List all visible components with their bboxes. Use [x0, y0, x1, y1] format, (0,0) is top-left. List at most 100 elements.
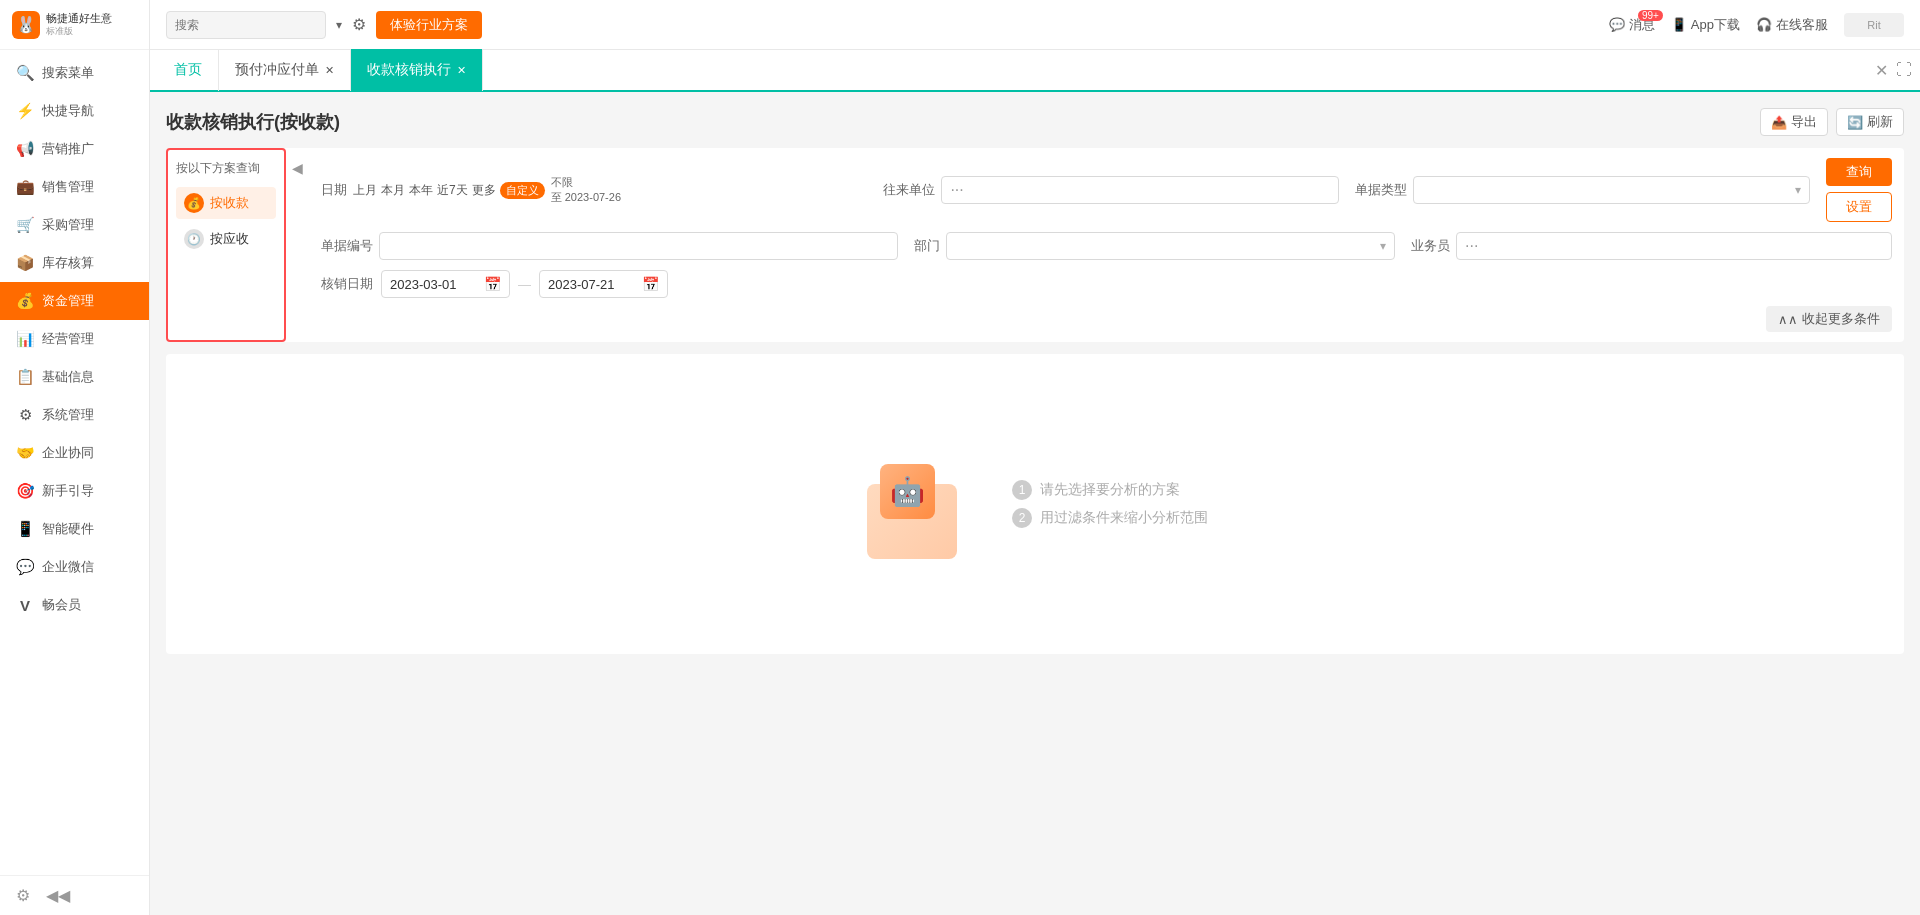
- tab-prepay-label: 预付冲应付单: [235, 61, 319, 79]
- nav-item-marketing[interactable]: 📢 营销推广: [0, 130, 149, 168]
- empty-hint-1: 1 请先选择要分析的方案: [1012, 480, 1208, 500]
- nav-label-inventory: 库存核算: [42, 254, 94, 272]
- online-service-button[interactable]: 🎧 在线客服: [1756, 16, 1828, 34]
- user-avatar[interactable]: Rit: [1844, 13, 1904, 37]
- date-shortcuts-wrap: 上月 本月 本年 近7天 更多 自定义: [353, 182, 545, 199]
- query-actions: 查询 设置: [1826, 158, 1892, 222]
- filter-scheme-selector: 按以下方案查询 💰 按收款 🕐 按应收: [166, 148, 286, 342]
- app-logo: 🐰 畅捷通好生意 标准版: [0, 0, 149, 50]
- purchase-nav-icon: 🛒: [16, 216, 34, 234]
- user-name: Rit: [1867, 19, 1880, 31]
- service-label: 在线客服: [1776, 16, 1828, 34]
- nav-item-inventory[interactable]: 📦 库存核算: [0, 244, 149, 282]
- solution-button[interactable]: 体验行业方案: [376, 11, 482, 39]
- docno-input[interactable]: [379, 232, 898, 260]
- date-shortcut-7days[interactable]: 近7天: [437, 182, 468, 199]
- empty-state: 🤖 1 请先选择要分析的方案 2 用过滤条件来缩小分析范围: [166, 354, 1904, 654]
- nav-label-quick: 快捷导航: [42, 102, 94, 120]
- member-nav-icon: V: [16, 597, 34, 614]
- finance-nav-icon: 💰: [16, 292, 34, 310]
- date-shortcut-last-month[interactable]: 上月: [353, 182, 377, 199]
- wechat-nav-icon: 💬: [16, 558, 34, 576]
- tab-prepay[interactable]: 预付冲应付单 ✕: [219, 49, 351, 91]
- date-custom-badge[interactable]: 自定义: [500, 182, 545, 199]
- salesman-input[interactable]: ···: [1456, 232, 1892, 260]
- verify-date-start-cal-icon[interactable]: 📅: [484, 276, 501, 292]
- verify-date-end-wrap[interactable]: 📅: [539, 270, 668, 298]
- filter-counterpart-cell: 往来单位 ···: [883, 176, 1338, 204]
- date-range-separator: —: [518, 277, 531, 292]
- message-badge: 99+: [1638, 10, 1663, 21]
- collapse-more-icon: ∧∧: [1778, 312, 1798, 327]
- nav-label-operation: 经营管理: [42, 330, 94, 348]
- topbar-search-input[interactable]: [166, 11, 326, 39]
- logo-text-wrap: 畅捷通好生意 标准版: [46, 11, 112, 38]
- counterpart-ellipsis-icon: ···: [950, 181, 963, 199]
- nav-item-basic[interactable]: 📋 基础信息: [0, 358, 149, 396]
- dept-select[interactable]: ▾: [946, 232, 1395, 260]
- date-shortcut-this-year[interactable]: 本年: [409, 182, 433, 199]
- topbar-right: 💬 消息 99+ 📱 App下载 🎧 在线客服 Rit: [1609, 13, 1904, 37]
- filter-date-cell: 日期 上月 本月 本年 近7天 更多 自定义 不限 至: [321, 175, 867, 205]
- query-button[interactable]: 查询: [1826, 158, 1892, 186]
- collab-nav-icon: 🤝: [16, 444, 34, 462]
- logo-icon: 🐰: [12, 11, 40, 39]
- main-area: ▾ ⚙ 体验行业方案 💬 消息 99+ 📱 App下载 🎧 在线客服 Rit: [150, 0, 1920, 915]
- nav-item-sales[interactable]: 💼 销售管理: [0, 168, 149, 206]
- hint-1-text: 请先选择要分析的方案: [1040, 481, 1180, 499]
- doctype-select[interactable]: ▾: [1413, 176, 1810, 204]
- refresh-button[interactable]: 🔄 刷新: [1836, 108, 1904, 136]
- app-label: App下载: [1691, 16, 1740, 34]
- sales-nav-icon: 💼: [16, 178, 34, 196]
- collapse-sidebar-icon[interactable]: ◀◀: [46, 886, 70, 905]
- collapse-more-button[interactable]: ∧∧ 收起更多条件: [1766, 306, 1892, 332]
- verify-date-end-input[interactable]: [548, 277, 638, 292]
- page-header: 收款核销执行(按收款) 📤 导出 🔄 刷新: [166, 108, 1904, 136]
- system-nav-icon: ⚙: [16, 406, 34, 424]
- nav-item-finance[interactable]: 💰 资金管理: [0, 282, 149, 320]
- message-button[interactable]: 💬 消息 99+: [1609, 16, 1655, 34]
- nav-item-operation[interactable]: 📊 经营管理: [0, 320, 149, 358]
- verify-date-label: 核销日期: [321, 275, 373, 293]
- filter-option-by-receipt[interactable]: 💰 按收款: [176, 187, 276, 219]
- export-icon: 📤: [1771, 115, 1787, 130]
- filter-salesman-cell: 业务员 ···: [1411, 232, 1892, 260]
- tab-home[interactable]: 首页: [158, 49, 219, 91]
- verify-date-end-cal-icon[interactable]: 📅: [642, 276, 659, 292]
- nav-item-system[interactable]: ⚙ 系统管理: [0, 396, 149, 434]
- tabbar: 首页 预付冲应付单 ✕ 收款核销执行 ✕ ✕ ⛶: [150, 50, 1920, 92]
- export-button[interactable]: 📤 导出: [1760, 108, 1828, 136]
- tab-receipt-verify[interactable]: 收款核销执行 ✕: [351, 49, 483, 91]
- app-download-button[interactable]: 📱 App下载: [1671, 16, 1740, 34]
- nav-item-hardware[interactable]: 📱 智能硬件: [0, 510, 149, 548]
- settings-footer-icon[interactable]: ⚙: [16, 886, 30, 905]
- tabbar-actions: ✕ ⛶: [1875, 61, 1912, 80]
- nav-item-quick[interactable]: ⚡ 快捷导航: [0, 92, 149, 130]
- verify-date-start-input[interactable]: [390, 277, 480, 292]
- nav-item-purchase[interactable]: 🛒 采购管理: [0, 206, 149, 244]
- empty-state-inner: 🤖 1 请先选择要分析的方案 2 用过滤条件来缩小分析范围: [862, 449, 1208, 559]
- nav-item-member[interactable]: V 畅会员: [0, 586, 149, 624]
- maximize-tab-icon[interactable]: ⛶: [1896, 61, 1912, 79]
- topbar-gear-icon[interactable]: ⚙: [352, 15, 366, 34]
- close-tab-icon[interactable]: ✕: [1875, 61, 1888, 80]
- nav-item-collab[interactable]: 🤝 企业协同: [0, 434, 149, 472]
- topbar-dropdown-icon[interactable]: ▾: [336, 18, 342, 32]
- export-label: 导出: [1791, 113, 1817, 131]
- filter-option-by-receivable[interactable]: 🕐 按应收: [176, 223, 276, 255]
- settings-button[interactable]: 设置: [1826, 192, 1892, 222]
- sidebar-footer: ⚙ ◀◀: [0, 875, 149, 915]
- collapse-filter-button[interactable]: ◀: [286, 148, 309, 342]
- app-badge: 标准版: [46, 25, 112, 38]
- counterpart-input[interactable]: ···: [941, 176, 1338, 204]
- tab-receipt-verify-close[interactable]: ✕: [457, 64, 466, 77]
- nav-item-search[interactable]: 🔍 搜索菜单: [0, 54, 149, 92]
- empty-hint-2: 2 用过滤条件来缩小分析范围: [1012, 508, 1208, 528]
- tab-prepay-close[interactable]: ✕: [325, 64, 334, 77]
- nav-item-wechat[interactable]: 💬 企业微信: [0, 548, 149, 586]
- nav-label-collab: 企业协同: [42, 444, 94, 462]
- nav-item-guide[interactable]: 🎯 新手引导: [0, 472, 149, 510]
- date-shortcut-more[interactable]: 更多: [472, 182, 496, 199]
- verify-date-start-wrap[interactable]: 📅: [381, 270, 510, 298]
- date-shortcut-this-month[interactable]: 本月: [381, 182, 405, 199]
